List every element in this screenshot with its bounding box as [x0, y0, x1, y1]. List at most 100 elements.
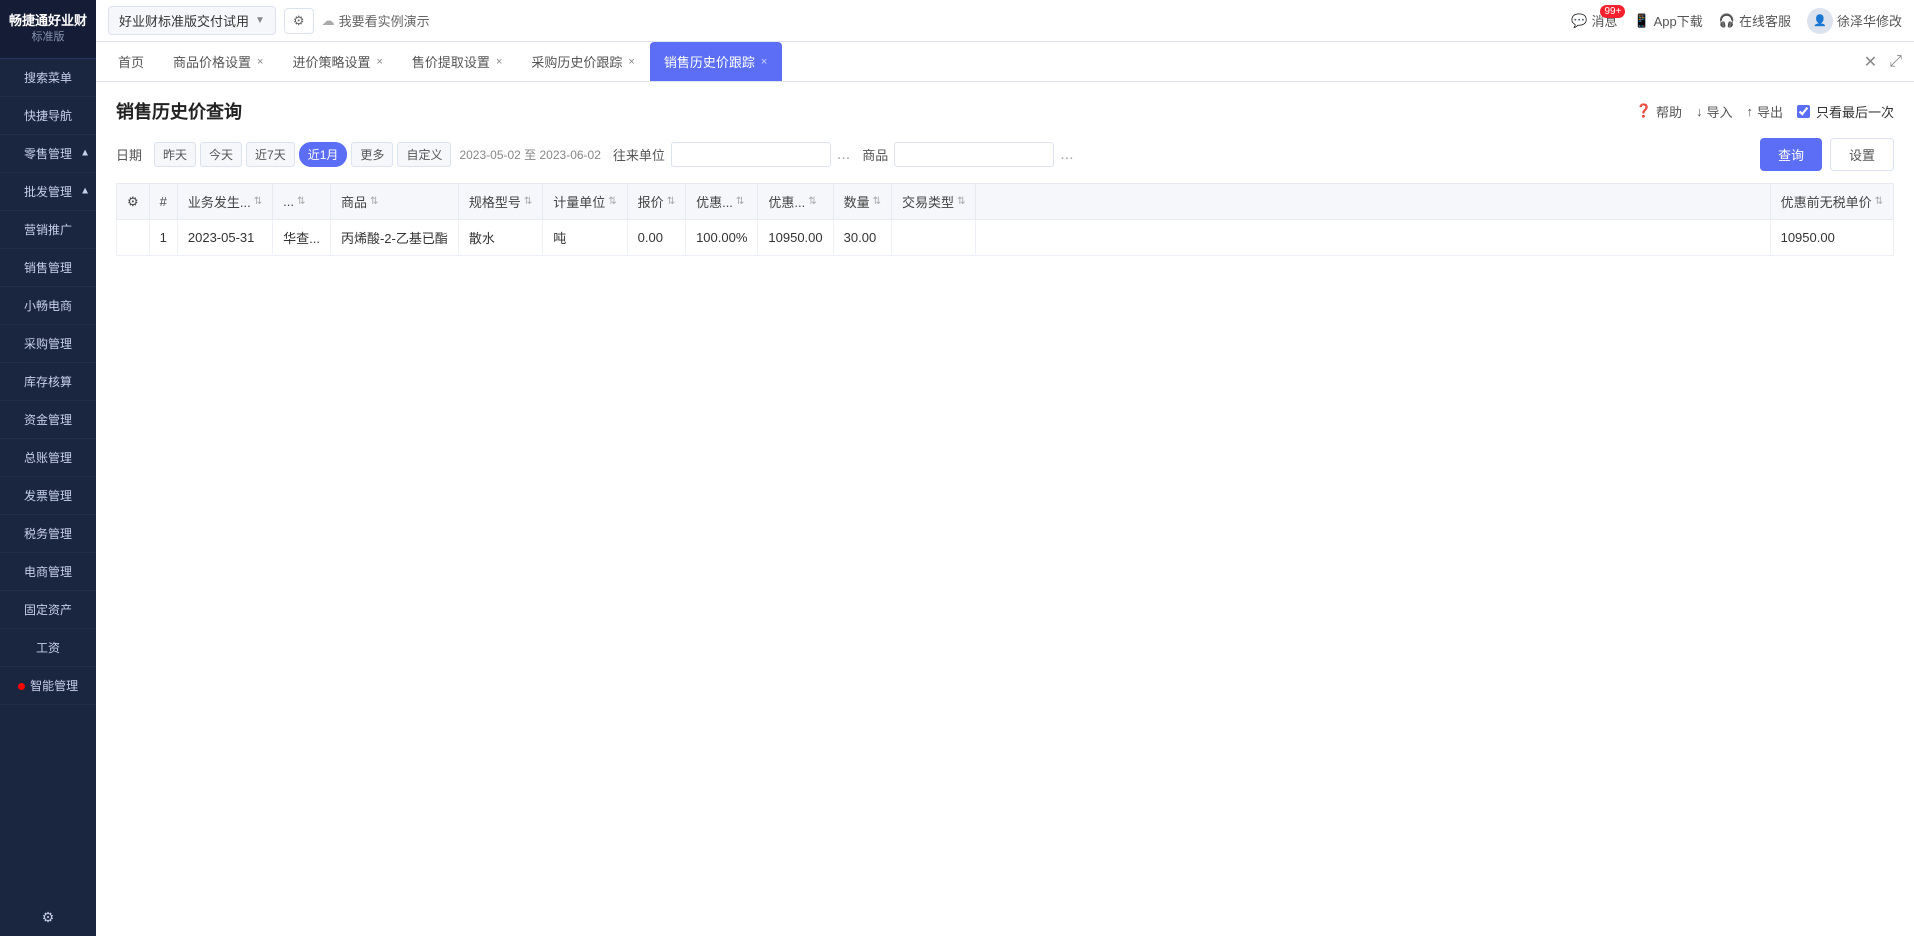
demo-button[interactable]: ☁ 我要看实例演示	[322, 11, 430, 30]
sidebar-item-ledger[interactable]: 总账管理	[0, 439, 96, 477]
sidebar-item-ecommerce[interactable]: 电商管理	[0, 553, 96, 591]
row-more: 华查...	[273, 220, 331, 256]
sort-discount1[interactable]: 优惠... ⇅	[696, 192, 744, 211]
sort-unit[interactable]: 计量单位 ⇅	[553, 192, 616, 211]
query-button[interactable]: 查询	[1760, 138, 1822, 171]
close-icon[interactable]: ×	[257, 56, 263, 68]
sort-trade-type[interactable]: 交易类型 ⇅	[902, 192, 965, 211]
tab-sales-history[interactable]: 销售历史价跟踪 ×	[650, 42, 782, 82]
sort-discount2[interactable]: 优惠... ⇅	[768, 192, 816, 211]
filter-actions: 查询 设置	[1760, 138, 1894, 171]
sidebar-logo: 畅捷通好业财 标准版	[0, 0, 96, 59]
help-button[interactable]: ❓ 帮助	[1636, 102, 1682, 121]
sidebar-item-search[interactable]: 搜索菜单	[0, 59, 96, 97]
sidebar-item-finance[interactable]: 资金管理	[0, 401, 96, 439]
product-input[interactable]	[894, 142, 1054, 167]
sidebar-gear-button[interactable]: ⚙	[0, 899, 96, 936]
tab-home[interactable]: 首页	[104, 42, 159, 82]
sort-icon: ⇅	[736, 196, 744, 207]
app-label: App下载	[1654, 11, 1703, 30]
col-qty[interactable]: 数量 ⇅	[833, 184, 891, 220]
export-label: 导出	[1757, 102, 1783, 121]
sidebar-item-label: 搜索菜单	[24, 71, 72, 85]
close-icon[interactable]: ×	[761, 56, 767, 68]
import-button[interactable]: ↓ 导入	[1696, 102, 1733, 121]
tab-purchase-strategy[interactable]: 进价策略设置 ×	[278, 42, 397, 82]
sidebar-item-payroll[interactable]: 工资	[0, 629, 96, 667]
sidebar-item-retail[interactable]: 零售管理 ▲	[0, 135, 96, 173]
col-price[interactable]: 报价 ⇅	[627, 184, 685, 220]
date-btn-today[interactable]: 今天	[200, 142, 242, 167]
col-business-date[interactable]: 业务发生... ⇅	[177, 184, 272, 220]
mobile-icon: 📱	[1633, 13, 1649, 29]
sidebar-item-wholesale[interactable]: 批发管理 ▲	[0, 173, 96, 211]
sidebar-item-tax[interactable]: 税务管理	[0, 515, 96, 553]
filter-bar: 日期 昨天 今天 近7天 近1月 更多 自定义 2023-05-02 至 202…	[116, 138, 1894, 171]
sort-spec[interactable]: 规格型号 ⇅	[469, 192, 532, 211]
col-gear[interactable]: ⚙	[117, 184, 150, 220]
col-more[interactable]: ... ⇅	[273, 184, 331, 220]
col-unit[interactable]: 计量单位 ⇅	[543, 184, 627, 220]
date-btn-more[interactable]: 更多	[351, 142, 393, 167]
product-dots-button[interactable]: ...	[1060, 146, 1073, 164]
from-unit-input[interactable]	[671, 142, 831, 167]
sidebar-item-marketing[interactable]: 营销推广	[0, 211, 96, 249]
sidebar-item-xiaochange[interactable]: 小畅电商	[0, 287, 96, 325]
sort-pretax-price[interactable]: 优惠前无税单价 ⇅	[1781, 192, 1883, 211]
from-unit-dots-button[interactable]: ...	[837, 146, 850, 164]
sidebar-item-sales[interactable]: 销售管理	[0, 249, 96, 287]
only-last-checkbox[interactable]	[1797, 105, 1810, 118]
close-icon[interactable]: ×	[628, 56, 634, 68]
tabbar: 首页 商品价格设置 × 进价策略设置 × 售价提取设置 × 采购历史价跟踪 × …	[96, 42, 1914, 82]
sort-more[interactable]: ... ⇅	[283, 194, 305, 209]
help-label: 帮助	[1656, 102, 1682, 121]
date-btn-1month[interactable]: 近1月	[299, 142, 348, 167]
message-button[interactable]: 💬 消息 99+	[1571, 11, 1617, 30]
tab-label: 采购历史价跟踪	[531, 52, 622, 71]
col-label: 优惠前无税单价	[1781, 192, 1872, 211]
col-product[interactable]: 商品 ⇅	[330, 184, 458, 220]
sort-icon: ⇅	[370, 196, 378, 207]
tab-product-price[interactable]: 商品价格设置 ×	[159, 42, 278, 82]
row-product: 丙烯酸-2-乙基已酯	[330, 220, 458, 256]
service-button[interactable]: 🎧 在线客服	[1719, 11, 1791, 30]
sidebar-item-quicknav[interactable]: 快捷导航	[0, 97, 96, 135]
tab-purchase-history[interactable]: 采购历史价跟踪 ×	[517, 42, 649, 82]
sidebar-item-assets[interactable]: 固定资产	[0, 591, 96, 629]
date-btn-custom[interactable]: 自定义	[397, 142, 451, 167]
col-discount1[interactable]: 优惠... ⇅	[686, 184, 758, 220]
export-button[interactable]: ↑ 导出	[1746, 102, 1783, 121]
sidebar-item-label: 总账管理	[24, 451, 72, 465]
sort-qty[interactable]: 数量 ⇅	[844, 192, 881, 211]
sort-business-date[interactable]: 业务发生... ⇅	[188, 192, 262, 211]
col-spec[interactable]: 规格型号 ⇅	[458, 184, 542, 220]
only-last-label: 只看最后一次	[1816, 102, 1894, 121]
sidebar-item-invoice[interactable]: 发票管理	[0, 477, 96, 515]
close-icon[interactable]: ×	[376, 56, 382, 68]
close-icon[interactable]: ×	[496, 56, 502, 68]
row-unit: 吨	[543, 220, 627, 256]
tab-expand-button[interactable]: ⤢	[1885, 51, 1906, 73]
module-selector[interactable]: 好业财标准版交付试用 ▼	[108, 6, 276, 35]
date-btn-7days[interactable]: 近7天	[246, 142, 295, 167]
sidebar-item-inventory[interactable]: 库存核算	[0, 363, 96, 401]
sort-product[interactable]: 商品 ⇅	[341, 192, 378, 211]
col-trade-type[interactable]: 交易类型 ⇅	[892, 184, 976, 220]
tab-close-panel-button[interactable]: ✕	[1860, 50, 1881, 74]
user-button[interactable]: 👤 徐泽华修改	[1807, 8, 1902, 34]
app-download-button[interactable]: 📱 App下载	[1633, 11, 1702, 30]
tab-sale-price[interactable]: 售价提取设置 ×	[398, 42, 517, 82]
sidebar-item-purchase[interactable]: 采购管理	[0, 325, 96, 363]
filter-settings-button[interactable]: 设置	[1830, 138, 1894, 171]
sidebar-item-intelligent[interactable]: 智能管理	[0, 667, 96, 705]
row-num: 1	[149, 220, 177, 256]
sort-icon: ⇅	[873, 196, 881, 207]
topbar-left: 好业财标准版交付试用 ▼ ⚙ ☁ 我要看实例演示	[108, 6, 430, 35]
date-btn-yesterday[interactable]: 昨天	[154, 142, 196, 167]
sort-price[interactable]: 报价 ⇅	[638, 192, 675, 211]
col-pretax-price[interactable]: 优惠前无税单价 ⇅	[1770, 184, 1893, 220]
topbar-gear-button[interactable]: ⚙	[284, 8, 314, 34]
col-label: 优惠...	[768, 192, 805, 211]
col-discount2[interactable]: 优惠... ⇅	[758, 184, 833, 220]
sidebar-item-label: 快捷导航	[24, 109, 72, 123]
